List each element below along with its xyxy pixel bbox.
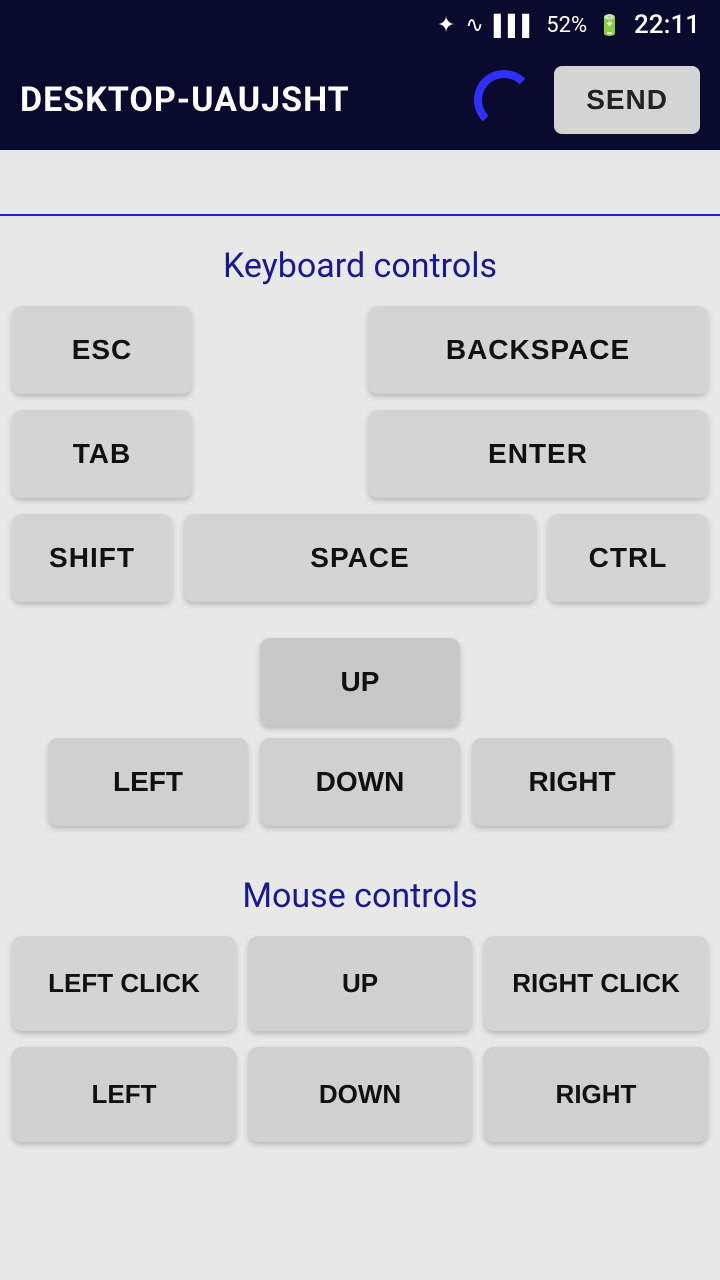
mouse-left-button[interactable]: LEFT [12, 1047, 236, 1142]
arrow-section: UP LEFT DOWN RIGHT [0, 618, 720, 836]
mouse-up-button[interactable]: UP [248, 936, 472, 1031]
key-row-3: SHIFT SPACE CTRL [12, 514, 708, 602]
mouse-section-title: Mouse controls [12, 846, 708, 936]
right-click-button[interactable]: RIGHT CLICK [484, 936, 708, 1031]
mouse-section: Mouse controls LEFT CLICK UP RIGHT CLICK… [0, 836, 720, 1142]
right-arrow-button[interactable]: RIGHT [472, 738, 672, 826]
status-icons: ✦ ∿ ▌▌▌ 52% 🔋 [437, 13, 622, 38]
text-input-container [0, 150, 720, 216]
shift-button[interactable]: SHIFT [12, 514, 172, 602]
arrow-row-main: LEFT DOWN RIGHT [48, 738, 672, 826]
mouse-down-button[interactable]: DOWN [248, 1047, 472, 1142]
enter-button[interactable]: ENTER [368, 410, 708, 498]
ctrl-button[interactable]: CTRL [548, 514, 708, 602]
mouse-row-1: LEFT CLICK UP RIGHT CLICK [12, 936, 708, 1031]
battery-text: 52% [546, 13, 587, 38]
left-arrow-button[interactable]: LEFT [48, 738, 248, 826]
keyboard-section: Keyboard controls ESC BACKSPACE TAB ENTE… [0, 216, 720, 602]
esc-button[interactable]: ESC [12, 306, 192, 394]
backspace-button[interactable]: BACKSPACE [368, 306, 708, 394]
down-arrow-button[interactable]: DOWN [260, 738, 460, 826]
mouse-right-button[interactable]: RIGHT [484, 1047, 708, 1142]
key-row-1: ESC BACKSPACE [12, 306, 708, 394]
status-bar: ✦ ∿ ▌▌▌ 52% 🔋 22:11 [0, 0, 720, 50]
up-arrow-button[interactable]: UP [260, 638, 460, 726]
loading-spinner [474, 70, 534, 130]
app-title: DESKTOP-UAUJSHT [20, 80, 454, 120]
bluetooth-icon: ✦ [437, 13, 455, 38]
signal-icon: ▌▌▌ [494, 13, 537, 38]
keyboard-section-title: Keyboard controls [12, 216, 708, 306]
wifi-icon: ∿ [465, 13, 483, 38]
left-click-button[interactable]: LEFT CLICK [12, 936, 236, 1031]
header-bar: DESKTOP-UAUJSHT SEND [0, 50, 720, 150]
key-row-2: TAB ENTER [12, 410, 708, 498]
status-time: 22:11 [634, 10, 700, 40]
tab-button[interactable]: TAB [12, 410, 192, 498]
text-input[interactable] [12, 158, 708, 206]
battery-icon: 🔋 [597, 13, 622, 37]
arrow-row-up: UP [260, 638, 460, 726]
space-button[interactable]: SPACE [184, 514, 536, 602]
send-button[interactable]: SEND [554, 66, 700, 134]
mouse-row-2: LEFT DOWN RIGHT [12, 1047, 708, 1142]
